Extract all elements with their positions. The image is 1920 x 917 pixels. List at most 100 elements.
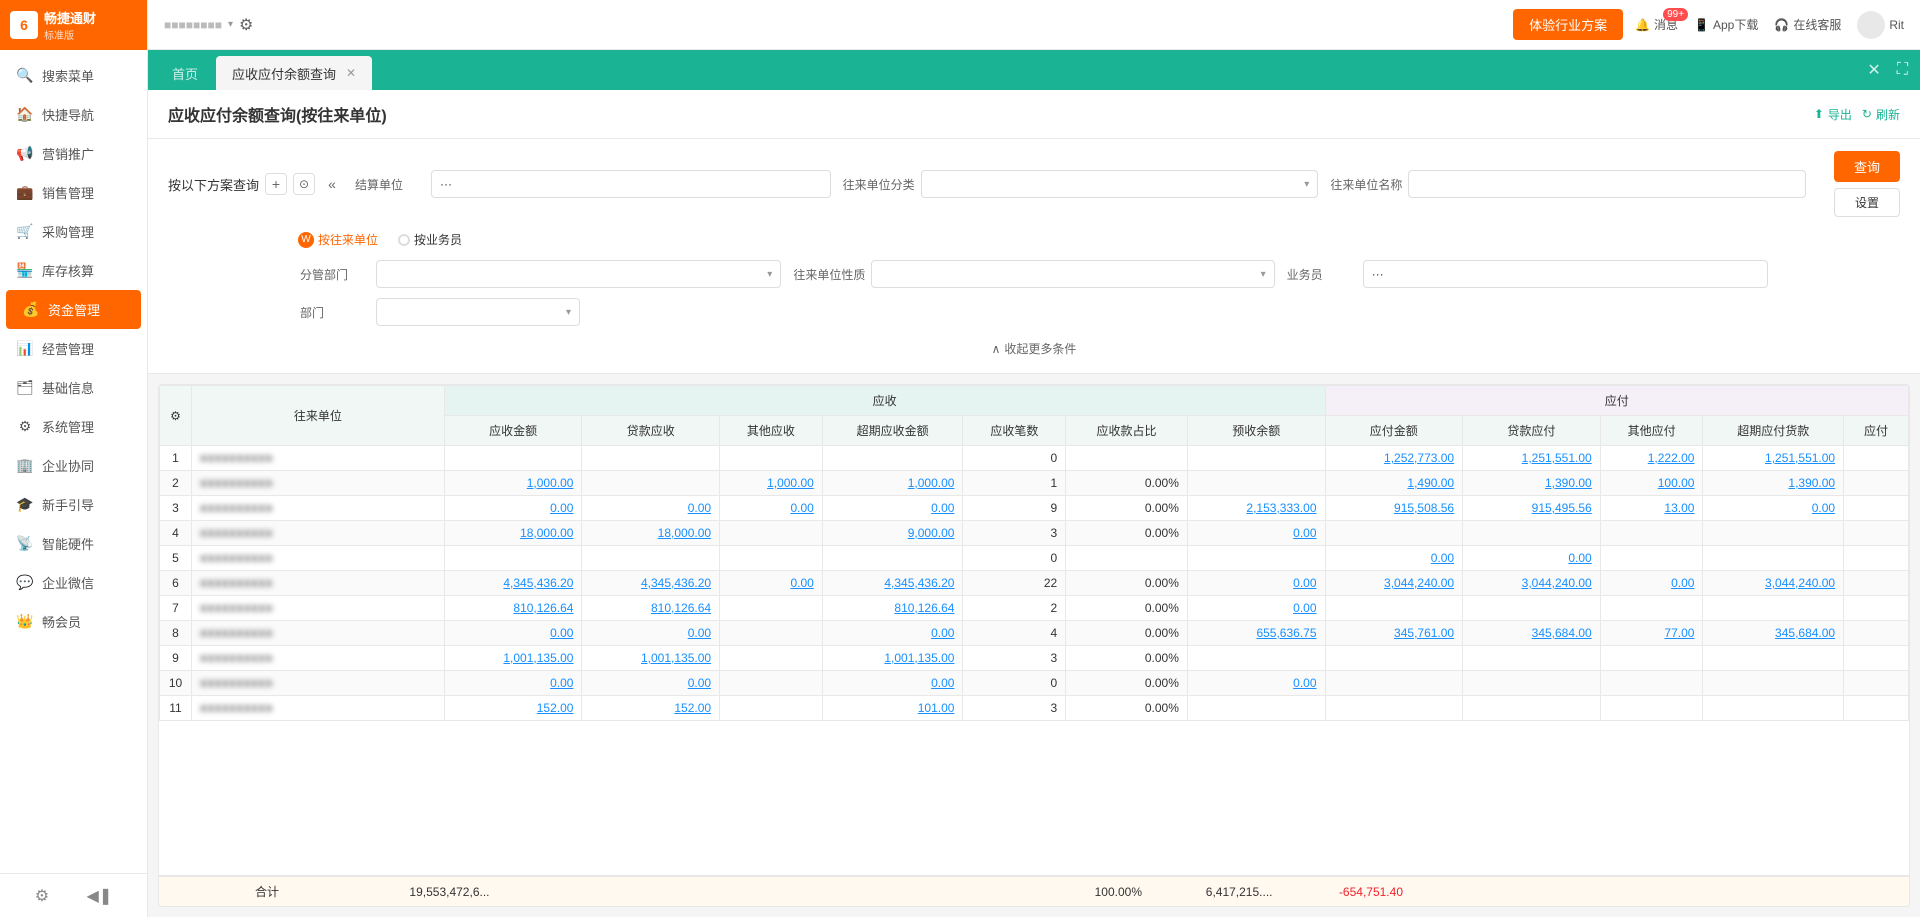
row-ap_loan[interactable]: 1,251,551.00 (1463, 446, 1601, 471)
filter-settings-btn[interactable]: ⊙ (293, 173, 315, 195)
row-ar_prepay[interactable]: 655,636.75 (1187, 621, 1325, 646)
row-ap_loan[interactable] (1463, 646, 1601, 671)
row-ap_other[interactable] (1600, 696, 1703, 721)
collapse-more-btn[interactable]: ∧ 收起更多条件 (168, 336, 1900, 361)
row-ar_prepay[interactable] (1187, 696, 1325, 721)
row-ap_overdue[interactable]: 0.00 (1703, 496, 1844, 521)
row-ar_loan[interactable]: 152.00 (582, 696, 720, 721)
unit-name-input[interactable] (1408, 170, 1806, 198)
row-ap_overdue[interactable]: 3,044,240.00 (1703, 571, 1844, 596)
sidebar-collapse-icon[interactable]: ◀❚ (87, 886, 113, 906)
row-ar_other[interactable] (720, 671, 823, 696)
row-ar_amount[interactable] (444, 446, 582, 471)
salesman-input[interactable]: ··· (1363, 260, 1768, 288)
row-ar_loan[interactable]: 810,126.64 (582, 596, 720, 621)
row-ap_amount[interactable]: 1,252,773.00 (1325, 446, 1463, 471)
sidebar-item-purchase[interactable]: 🛒 采购管理 (0, 212, 147, 251)
row-ar_prepay[interactable]: 0.00 (1187, 671, 1325, 696)
row-ar_other[interactable] (720, 596, 823, 621)
sidebar-item-finance[interactable]: 💰 资金管理 (6, 290, 141, 329)
row-ar_loan[interactable]: 0.00 (582, 621, 720, 646)
row-ar_loan[interactable]: 18,000.00 (582, 521, 720, 546)
tab-expand-icon[interactable]: ⛶ (1893, 61, 1912, 79)
sub-filter-by-salesman[interactable]: 按业务员 (388, 227, 472, 252)
row-ap_overdue[interactable]: 1,390.00 (1703, 471, 1844, 496)
row-ap_loan[interactable]: 3,044,240.00 (1463, 571, 1601, 596)
settlement-unit-input[interactable]: ··· (431, 170, 831, 198)
row-ap_amount[interactable] (1325, 646, 1463, 671)
row-ap_other[interactable] (1600, 671, 1703, 696)
row-ap_overdue[interactable] (1703, 546, 1844, 571)
query-button[interactable]: 查询 (1834, 151, 1900, 182)
th-settings[interactable]: ⚙ (160, 386, 192, 446)
row-ar_loan[interactable]: 1,001,135.00 (582, 646, 720, 671)
row-ar_loan[interactable]: 0.00 (582, 496, 720, 521)
row-ap_other[interactable]: 77.00 (1600, 621, 1703, 646)
sidebar-item-system[interactable]: ⚙ 系统管理 (0, 407, 147, 446)
unit-nature-input[interactable]: ▾ (871, 260, 1274, 288)
table-scroll[interactable]: ⚙ 往来单位 应收 应付 应收金额 贷款应收 其他应收 超期应收金额 应收笔数 (159, 385, 1909, 875)
app-download-btn[interactable]: 📱 App下载 (1694, 16, 1758, 33)
row-ar_loan[interactable]: 0.00 (582, 671, 720, 696)
row-ap_loan[interactable] (1463, 521, 1601, 546)
row-ar_amount[interactable]: 1,001,135.00 (444, 646, 582, 671)
tab-close-icon[interactable]: ✕ (346, 66, 356, 80)
row-ap_loan[interactable]: 1,390.00 (1463, 471, 1601, 496)
row-ap_overdue[interactable] (1703, 521, 1844, 546)
row-ar_loan[interactable] (582, 471, 720, 496)
row-ar_other[interactable] (720, 546, 823, 571)
online-service-btn[interactable]: 🎧 在线客服 (1774, 16, 1841, 33)
filter-add-btn[interactable]: + (265, 173, 287, 195)
row-ar_amount[interactable]: 0.00 (444, 496, 582, 521)
row-ar_prepay[interactable]: 2,153,333.00 (1187, 496, 1325, 521)
dept-manager-input[interactable]: ▾ (376, 260, 781, 288)
row-ap_amount[interactable]: 0.00 (1325, 546, 1463, 571)
row-ar_amount[interactable]: 4,345,436.20 (444, 571, 582, 596)
row-ar_overdue[interactable]: 0.00 (822, 671, 963, 696)
row-ar_overdue[interactable]: 4,345,436.20 (822, 571, 963, 596)
row-ar_overdue[interactable]: 9,000.00 (822, 521, 963, 546)
sidebar-item-inventory[interactable]: 🏪 库存核算 (0, 251, 147, 290)
row-ar_amount[interactable]: 0.00 (444, 671, 582, 696)
row-ap_loan[interactable] (1463, 671, 1601, 696)
row-ar_loan[interactable] (582, 546, 720, 571)
row-ap_overdue[interactable]: 1,251,551.00 (1703, 446, 1844, 471)
sidebar-item-marketing[interactable]: 📢 营销推广 (0, 134, 147, 173)
row-ap_amount[interactable] (1325, 596, 1463, 621)
row-ar_overdue[interactable] (822, 446, 963, 471)
sidebar-settings-icon[interactable]: ⚙ (35, 886, 49, 906)
row-ar_amount[interactable]: 810,126.64 (444, 596, 582, 621)
unit-category-input[interactable]: ▾ (921, 170, 1319, 198)
row-ap_loan[interactable]: 345,684.00 (1463, 621, 1601, 646)
row-ar_overdue[interactable]: 1,001,135.00 (822, 646, 963, 671)
sidebar-item-search[interactable]: 🔍 搜索菜单 (0, 56, 147, 95)
row-ar_prepay[interactable] (1187, 646, 1325, 671)
row-ar_prepay[interactable] (1187, 446, 1325, 471)
filter-collapse-btn[interactable]: « (321, 173, 343, 195)
row-ar_prepay[interactable] (1187, 471, 1325, 496)
row-ap_other[interactable] (1600, 521, 1703, 546)
row-ar_overdue[interactable]: 0.00 (822, 621, 963, 646)
row-ap_overdue[interactable] (1703, 646, 1844, 671)
row-ar_other[interactable]: 0.00 (720, 571, 823, 596)
row-ar_other[interactable] (720, 646, 823, 671)
row-ap_other[interactable] (1600, 596, 1703, 621)
row-ar_amount[interactable]: 0.00 (444, 621, 582, 646)
tab-home[interactable]: 首页 (156, 56, 214, 90)
row-ar_amount[interactable] (444, 546, 582, 571)
row-ar_overdue[interactable]: 810,126.64 (822, 596, 963, 621)
row-ar_other[interactable]: 1,000.00 (720, 471, 823, 496)
row-ap_overdue[interactable] (1703, 696, 1844, 721)
row-ap_other[interactable]: 13.00 (1600, 496, 1703, 521)
refresh-btn[interactable]: ↻ 刷新 (1862, 106, 1900, 123)
sidebar-item-quicknav[interactable]: 🏠 快捷导航 (0, 95, 147, 134)
row-ap_other[interactable]: 1,222.00 (1600, 446, 1703, 471)
row-ar_overdue[interactable]: 0.00 (822, 496, 963, 521)
trial-btn[interactable]: 体验行业方案 (1513, 9, 1623, 40)
row-ap_amount[interactable] (1325, 521, 1463, 546)
row-ar_amount[interactable]: 1,000.00 (444, 471, 582, 496)
sidebar-item-hardware[interactable]: 📡 智能硬件 (0, 524, 147, 563)
row-ap_other[interactable]: 100.00 (1600, 471, 1703, 496)
row-ar_overdue[interactable]: 1,000.00 (822, 471, 963, 496)
row-ar_amount[interactable]: 18,000.00 (444, 521, 582, 546)
